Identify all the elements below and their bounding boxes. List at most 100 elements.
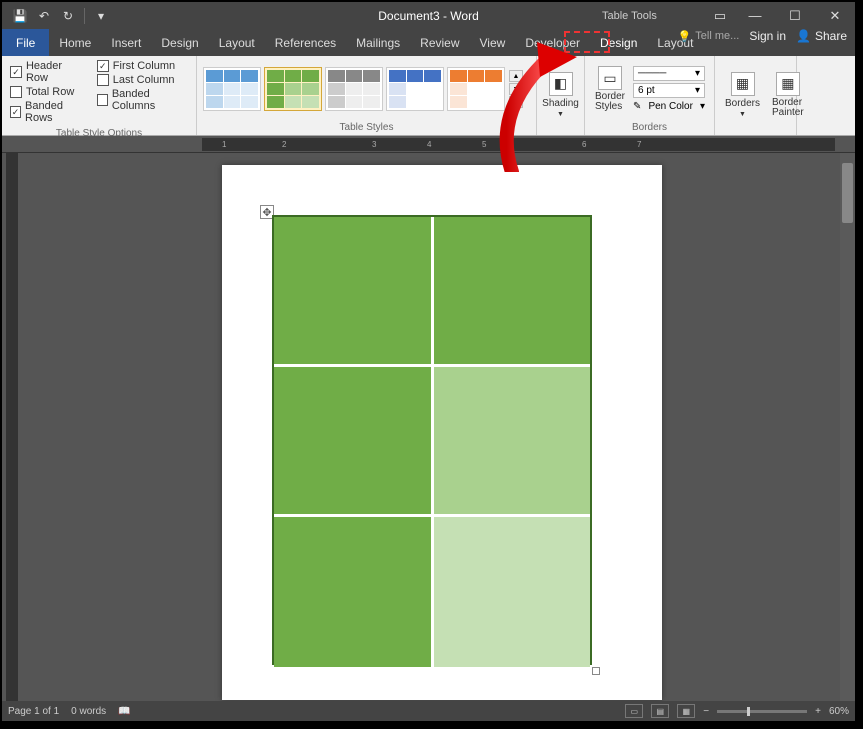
share-icon: 👤 (796, 29, 811, 43)
scrollbar-thumb[interactable] (842, 163, 853, 223)
redo-icon[interactable]: ↻ (58, 6, 78, 26)
pen-style-dropdown[interactable]: ────▾ (633, 66, 705, 81)
table-cell[interactable] (274, 217, 434, 367)
close-icon[interactable]: ✕ (815, 2, 855, 29)
group-label-borders: Borders (585, 122, 714, 135)
ribbon-tabs: File Home Insert Design Layout Reference… (2, 29, 855, 56)
tab-file[interactable]: File (2, 29, 49, 56)
document-title: Document3 - Word (378, 9, 478, 23)
tell-me-search[interactable]: 💡Tell me... (678, 30, 740, 43)
ruler-tick: 7 (637, 140, 641, 149)
chk-banded-rows[interactable]: ✓Banded Rows (10, 100, 87, 124)
tab-mailings[interactable]: Mailings (346, 29, 410, 56)
vertical-ruler[interactable] (2, 153, 22, 701)
tab-references[interactable]: References (265, 29, 346, 56)
tab-view[interactable]: View (470, 29, 516, 56)
zoom-slider-thumb[interactable] (747, 707, 750, 716)
table-cell[interactable] (434, 517, 591, 667)
status-bar: Page 1 of 1 0 words 📖 ▭ ▤ ▦ − + 60% (2, 701, 855, 721)
zoom-slider[interactable] (717, 710, 807, 713)
table-resize-handle-icon[interactable] (592, 667, 600, 675)
chk-last-column[interactable]: Last Column (97, 74, 188, 86)
shading-button[interactable]: ◧ Shading ▼ (538, 70, 583, 120)
group-borders: ▦ Borders ▼ ▦ Border Painter (715, 56, 797, 135)
document-workspace: ✥ (2, 153, 855, 701)
group-border-styles: ▭ Border Styles ────▾ 6 pt▾ ✎Pen Color▾ … (585, 56, 715, 135)
table-row (274, 217, 590, 367)
table-cell[interactable] (274, 517, 434, 667)
status-proofing-icon[interactable]: 📖 (118, 706, 130, 717)
gallery-down-icon[interactable]: ▼ (509, 83, 523, 95)
style-thumb-5[interactable] (447, 67, 505, 111)
style-thumb-3[interactable] (325, 67, 383, 111)
context-tab-label: Table Tools (602, 10, 657, 22)
sign-in-link[interactable]: Sign in (749, 29, 786, 43)
border-painter-icon: ▦ (776, 72, 800, 96)
share-button[interactable]: 👤Share (796, 29, 847, 43)
group-table-style-options: ✓Header Row Total Row ✓Banded Rows ✓Firs… (2, 56, 197, 135)
dropdown-icon: ▾ (695, 85, 700, 96)
pen-icon: ✎ (633, 101, 641, 112)
chk-total-row[interactable]: Total Row (10, 86, 87, 98)
vertical-scrollbar[interactable] (840, 153, 855, 701)
lightbulb-icon: 💡 (678, 30, 692, 43)
dropdown-icon: ▼ (557, 111, 564, 118)
view-web-layout-icon[interactable]: ▦ (677, 704, 695, 718)
tab-design[interactable]: Design (151, 29, 208, 56)
zoom-in-icon[interactable]: + (815, 706, 821, 717)
canvas-area[interactable]: ✥ (22, 153, 855, 701)
zoom-out-icon[interactable]: − (703, 706, 709, 717)
chk-header-row[interactable]: ✓Header Row (10, 60, 87, 84)
style-thumb-1[interactable] (203, 67, 261, 111)
tab-home[interactable]: Home (49, 29, 101, 56)
pen-color-dropdown[interactable]: ✎Pen Color▾ (633, 100, 705, 113)
border-style-icon: ▭ (598, 66, 622, 90)
chk-first-column[interactable]: ✓First Column (97, 60, 188, 72)
ribbon-options-icon[interactable]: ▭ (705, 2, 735, 29)
table-style-gallery (203, 67, 505, 111)
pen-weight-dropdown[interactable]: 6 pt▾ (633, 83, 705, 98)
tab-developer[interactable]: Developer (515, 29, 590, 56)
ruler-tick: 5 (482, 140, 486, 149)
tab-review[interactable]: Review (410, 29, 469, 56)
borders-button[interactable]: ▦ Borders ▼ (721, 70, 764, 120)
tell-me-label: Tell me... (695, 30, 739, 42)
dropdown-icon: ▼ (739, 111, 746, 118)
border-painter-button[interactable]: ▦ Border Painter (768, 70, 808, 120)
chk-banded-columns[interactable]: Banded Columns (97, 88, 188, 112)
gallery-up-icon[interactable]: ▲ (509, 70, 523, 82)
save-icon[interactable]: 💾 (10, 6, 30, 26)
window-controls: ▭ — ☐ ✕ (705, 2, 855, 29)
style-thumb-2-selected[interactable] (264, 67, 322, 111)
status-words[interactable]: 0 words (71, 706, 106, 717)
tab-table-design[interactable]: Design (590, 29, 647, 56)
table[interactable] (272, 215, 592, 665)
border-styles-button[interactable]: ▭ Border Styles (591, 64, 629, 114)
table-cell[interactable] (274, 367, 434, 517)
ribbon: ✓Header Row Total Row ✓Banded Rows ✓Firs… (2, 56, 855, 136)
minimize-icon[interactable]: — (735, 2, 775, 29)
horizontal-ruler[interactable]: 1 2 3 4 5 6 7 (2, 136, 855, 153)
dropdown-icon: ▾ (700, 101, 705, 112)
status-page[interactable]: Page 1 of 1 (8, 706, 59, 717)
zoom-level[interactable]: 60% (829, 706, 849, 717)
table-cell[interactable] (434, 217, 591, 367)
table-row (274, 517, 590, 667)
style-thumb-4[interactable] (386, 67, 444, 111)
view-read-mode-icon[interactable]: ▭ (625, 704, 643, 718)
table-cell[interactable] (434, 367, 591, 517)
undo-icon[interactable]: ↶ (34, 6, 54, 26)
gallery-more-icon[interactable]: ⌄ (509, 96, 523, 108)
quick-access-toolbar: 💾 ↶ ↻ ▾ (2, 6, 111, 26)
qat-more-icon[interactable]: ▾ (91, 6, 111, 26)
maximize-icon[interactable]: ☐ (775, 2, 815, 29)
gallery-scroll: ▲ ▼ ⌄ (509, 70, 523, 108)
tab-insert[interactable]: Insert (101, 29, 151, 56)
group-shading: ◧ Shading ▼ (537, 56, 585, 135)
table-row (274, 367, 590, 517)
view-print-layout-icon[interactable]: ▤ (651, 704, 669, 718)
tab-layout[interactable]: Layout (209, 29, 265, 56)
group-label-table-styles: Table Styles (197, 122, 536, 135)
ruler-tick: 3 (372, 140, 376, 149)
paint-bucket-icon: ◧ (549, 72, 573, 96)
